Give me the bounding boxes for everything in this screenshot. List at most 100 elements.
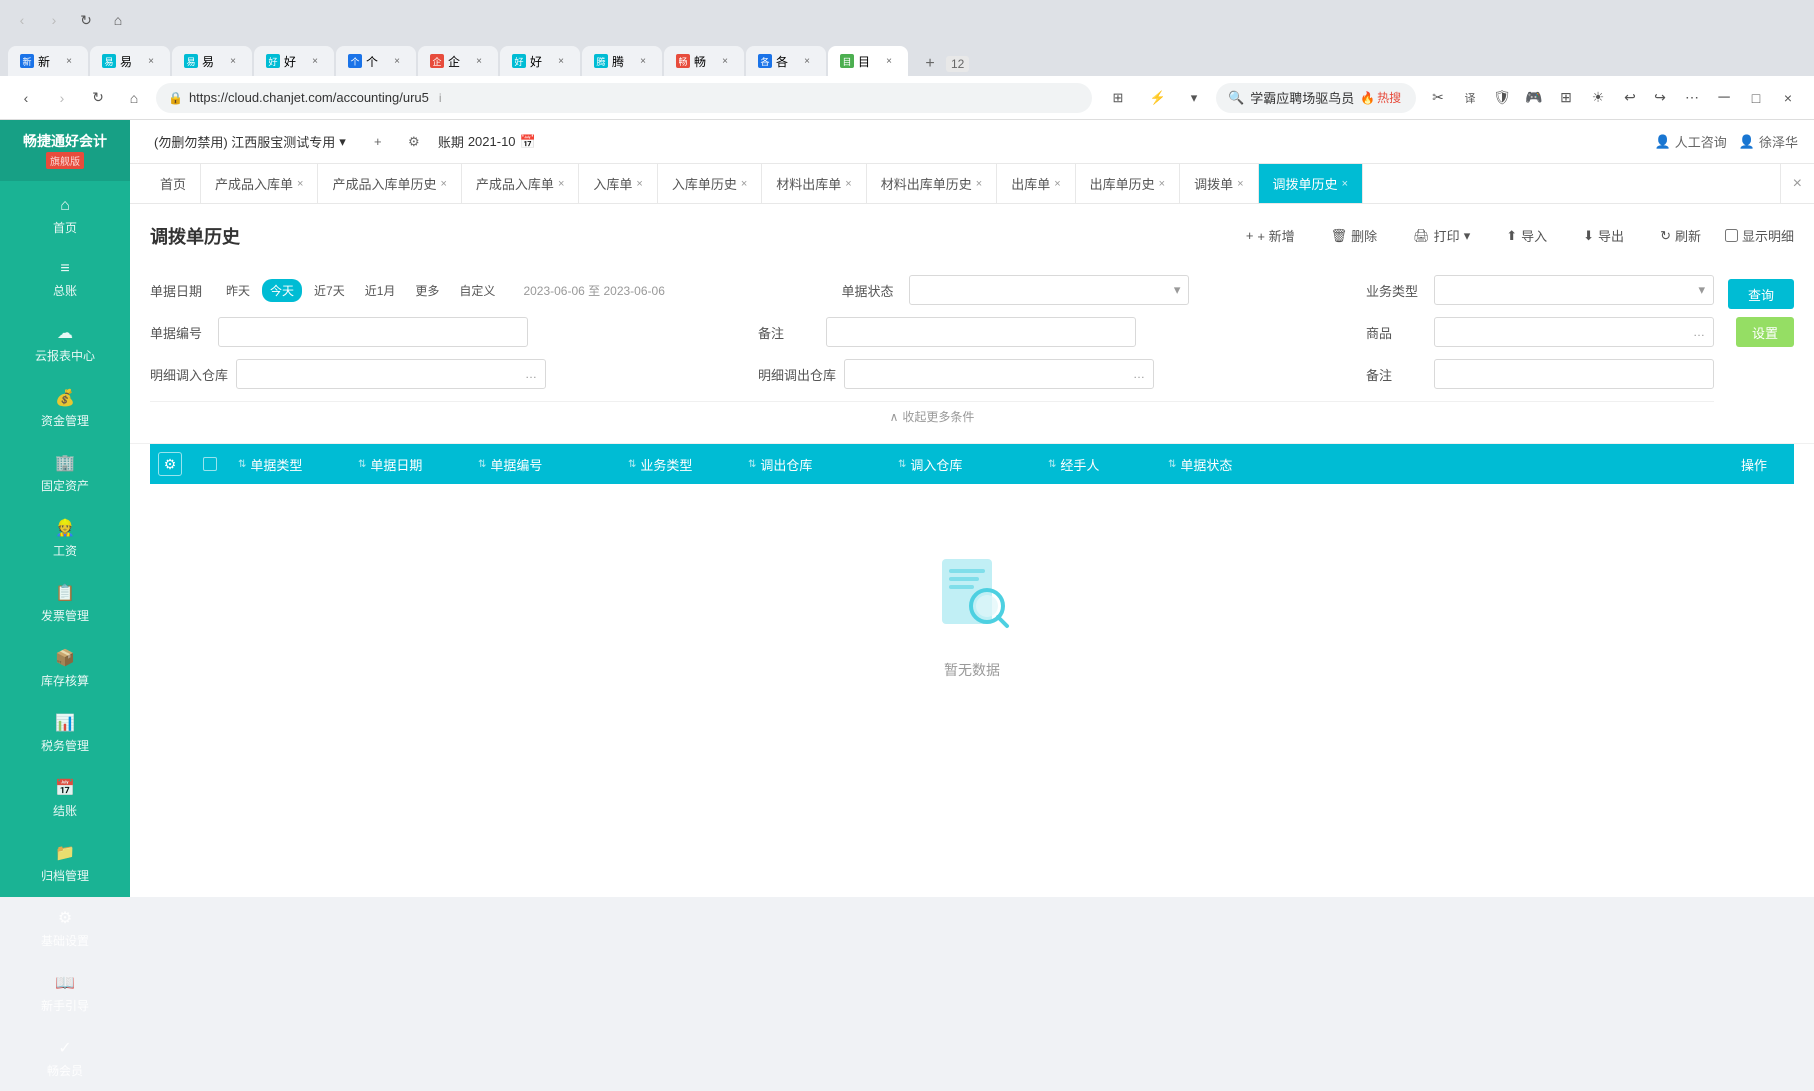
period-selector[interactable]: 账期 2021-10 📅	[438, 132, 536, 151]
table-col-biz[interactable]: ⇅ 业务类型	[620, 455, 740, 474]
tab-close-7[interactable]: ×	[554, 54, 568, 68]
company-selector[interactable]: (勿删勿禁用) 江西服宝测试专用 ▾	[146, 128, 354, 155]
browser-tab-6[interactable]: 企 企 ×	[418, 46, 498, 76]
print-btn[interactable]: 🖨 打印 ▾	[1401, 220, 1482, 251]
table-col-in[interactable]: ⇅ 调入仓库	[890, 455, 1040, 474]
tab-close-6[interactable]: ×	[472, 54, 486, 68]
table-col-number[interactable]: ⇅ 单据编号	[470, 455, 620, 474]
goods-select[interactable]: …	[1434, 317, 1714, 347]
sidebar-item-report[interactable]: ☁ 云报表中心	[0, 311, 130, 376]
browser-tab-5[interactable]: 个 个 ×	[336, 46, 416, 76]
sidebar-item-capital[interactable]: 💰 资金管理	[0, 376, 130, 441]
browser-search-box[interactable]: 🔍 学霸应聘场驱鸟员 🔥 热搜	[1216, 83, 1416, 113]
sidebar-item-invoice[interactable]: 📋 发票管理	[0, 571, 130, 636]
redo-btn[interactable]: ↪	[1646, 84, 1674, 112]
sidebar-item-salary[interactable]: 👷 工资	[0, 506, 130, 571]
undo-btn[interactable]: ↩	[1616, 84, 1644, 112]
browser-tab-7[interactable]: 好 好 ×	[500, 46, 580, 76]
browser-tab-1[interactable]: 新 新 ×	[8, 46, 88, 76]
date-btn-today[interactable]: 今天	[262, 279, 302, 302]
close-all-tabs-btn[interactable]: ×	[1780, 164, 1814, 204]
sidebar-item-tax[interactable]: 📊 税务管理	[0, 701, 130, 766]
nav-refresh-btn[interactable]: ↻	[84, 84, 112, 112]
user-avatar[interactable]: 👤 徐泽华	[1739, 132, 1798, 151]
search-btn[interactable]: 查询	[1728, 279, 1794, 309]
browser-tab-11[interactable]: 目 目 ×	[828, 46, 908, 76]
table-col-status[interactable]: ⇅ 单据状态	[1160, 455, 1714, 474]
sidebar-item-home[interactable]: ⌂ 首页	[0, 185, 130, 248]
select-all-checkbox[interactable]	[203, 457, 217, 471]
sidebar-item-close[interactable]: 📅 结账	[0, 766, 130, 831]
table-col-checkbox[interactable]	[190, 457, 230, 471]
tab-close-5[interactable]: ×	[390, 54, 404, 68]
browser-refresh-btn[interactable]: ↻	[72, 6, 100, 34]
date-btn-more[interactable]: 更多	[407, 279, 447, 302]
date-btn-custom[interactable]: 自定义	[451, 279, 503, 302]
sidebar-item-archive[interactable]: 📁 归档管理	[0, 831, 130, 896]
browser-back-btn[interactable]: ‹	[8, 6, 36, 34]
sidebar-item-basic[interactable]: ⚙ 基础设置	[0, 896, 130, 961]
page-tab-out-hist[interactable]: 出库单历史 ×	[1076, 164, 1180, 204]
table-settings-icon[interactable]: ⚙	[158, 452, 182, 476]
browser-tab-8[interactable]: 腾 腾 ×	[582, 46, 662, 76]
sidebar-item-ledger[interactable]: ≡ 总账	[0, 248, 130, 311]
game-btn[interactable]: 🎮	[1520, 84, 1548, 112]
browser-home-btn[interactable]: ⌂	[104, 6, 132, 34]
nav-back-btn[interactable]: ‹	[12, 84, 40, 112]
table-col-date[interactable]: ⇅ 单据日期	[350, 455, 470, 474]
refresh-btn[interactable]: ↻ 刷新	[1648, 220, 1713, 251]
tab-close-in-order[interactable]: ×	[636, 178, 642, 190]
date-btn-yesterday[interactable]: 昨天	[218, 279, 258, 302]
export-btn[interactable]: ⬇ 导出	[1571, 220, 1636, 251]
company-settings-btn[interactable]: ⚙	[402, 130, 426, 154]
nav-forward-btn[interactable]: ›	[48, 84, 76, 112]
scissor-btn[interactable]: ✂	[1424, 84, 1452, 112]
browser-tab-10[interactable]: 各 各 ×	[746, 46, 826, 76]
tab-close-3[interactable]: ×	[226, 54, 240, 68]
page-tab-in-order[interactable]: 入库单 ×	[579, 164, 657, 204]
tab-close-in-hist[interactable]: ×	[741, 178, 747, 190]
page-tab-prod-in2[interactable]: 产成品入库单 ×	[462, 164, 579, 204]
tab-close-mat-out-hist[interactable]: ×	[976, 178, 982, 190]
tab-close-prod-in2[interactable]: ×	[558, 178, 564, 190]
page-tab-prod-in-hist[interactable]: 产成品入库单历史 ×	[318, 164, 461, 204]
tab-close-out-hist[interactable]: ×	[1159, 178, 1165, 190]
page-tab-in-hist[interactable]: 入库单历史 ×	[658, 164, 762, 204]
brightness-btn[interactable]: ☀	[1584, 84, 1612, 112]
window-minimize-btn[interactable]: ─	[1710, 84, 1738, 112]
remark-input[interactable]	[826, 317, 1136, 347]
page-tab-transfer-hist[interactable]: 调拨单历史 ×	[1259, 164, 1363, 204]
tab-close-11[interactable]: ×	[882, 54, 896, 68]
page-tab-transfer[interactable]: 调拨单 ×	[1180, 164, 1258, 204]
page-tab-out-order[interactable]: 出库单 ×	[997, 164, 1075, 204]
sidebar-item-member[interactable]: ✓ 畅会员	[0, 1026, 130, 1091]
translate-btn[interactable]: 译	[1456, 84, 1484, 112]
tab-close-10[interactable]: ×	[800, 54, 814, 68]
address-bar[interactable]: 🔒 https://cloud.chanjet.com/accounting/u…	[156, 83, 1092, 113]
tab-close-mat-out[interactable]: ×	[845, 178, 851, 190]
show-fields-checkbox[interactable]	[1725, 229, 1738, 242]
sidebar-item-guide[interactable]: 📖 新手引导	[0, 961, 130, 1026]
user-service-btn[interactable]: 👤 人工咨询	[1655, 132, 1727, 151]
sidebar-item-fixed[interactable]: 🏢 固定资产	[0, 441, 130, 506]
window-maximize-btn[interactable]: □	[1742, 84, 1770, 112]
tab-close-out-order[interactable]: ×	[1054, 178, 1060, 190]
tab-close-transfer[interactable]: ×	[1237, 178, 1243, 190]
page-tab-mat-out[interactable]: 材料出库单 ×	[762, 164, 866, 204]
table-col-out[interactable]: ⇅ 调出仓库	[740, 455, 890, 474]
filter-collapse-btn[interactable]: ∧ 收起更多条件	[150, 401, 1714, 431]
table-col-settings[interactable]: ⚙	[150, 452, 190, 476]
tab-close-8[interactable]: ×	[636, 54, 650, 68]
browser-forward-btn[interactable]: ›	[40, 6, 68, 34]
shield-btn[interactable]: 🛡	[1488, 84, 1516, 112]
tab-close-1[interactable]: ×	[62, 54, 76, 68]
menu-btn[interactable]: ⋯	[1678, 84, 1706, 112]
tab-close-9[interactable]: ×	[718, 54, 732, 68]
new-btn[interactable]: + + 新增	[1234, 220, 1307, 251]
status-select[interactable]: ▾	[909, 275, 1189, 305]
filter-settings-btn[interactable]: 设置	[1736, 317, 1794, 347]
lightning-btn[interactable]: ⚡	[1144, 84, 1172, 112]
biz-select[interactable]: ▾	[1434, 275, 1714, 305]
browser-tab-3[interactable]: 易 易 ×	[172, 46, 252, 76]
tab-close-4[interactable]: ×	[308, 54, 322, 68]
